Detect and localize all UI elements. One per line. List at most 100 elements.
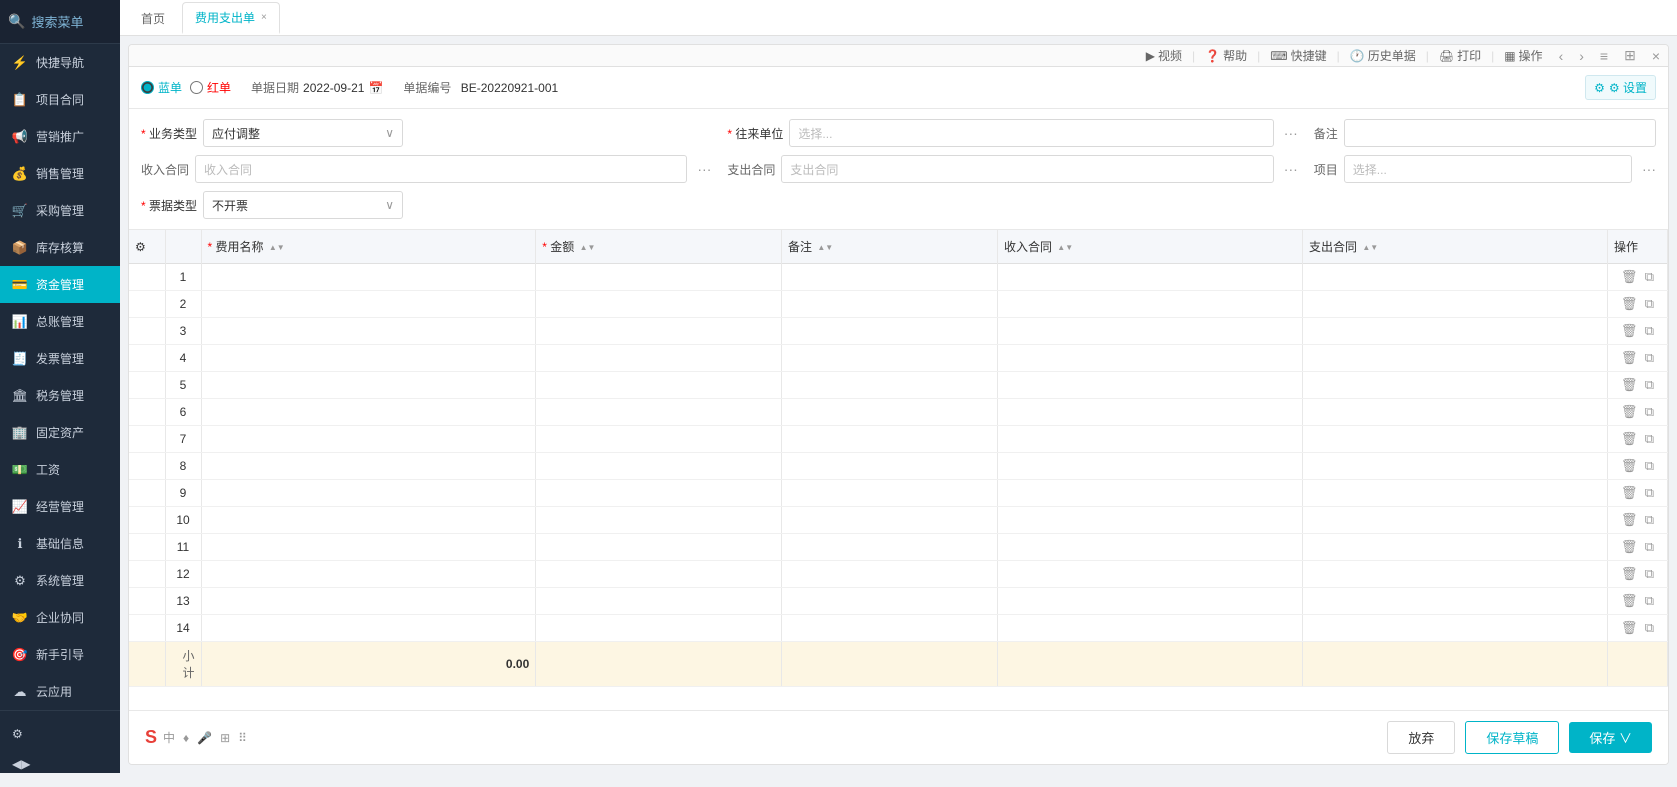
row-copy-icon[interactable]: ⧉ [1645,404,1654,419]
row-expense-contract-cell[interactable] [1302,345,1607,372]
row-amount-cell[interactable] [536,399,782,426]
row-income-contract-cell[interactable] [997,453,1302,480]
row-amount-cell[interactable] [536,318,782,345]
radio-blue[interactable]: 蓝单 [141,79,182,96]
expense-name-sort[interactable]: ▲▼ [269,243,285,252]
row-expense-contract-cell[interactable] [1302,264,1607,291]
header-view-list[interactable]: ≡ [1600,48,1608,64]
row-amount-cell[interactable] [536,264,782,291]
row-expense-contract-cell[interactable] [1302,426,1607,453]
income-contract-more-icon[interactable]: ··· [697,161,711,177]
row-income-contract-cell[interactable] [997,588,1302,615]
expense-contract-more-icon[interactable]: ··· [1284,161,1298,177]
tab-close-expense[interactable]: × [261,12,267,23]
row-expense-contract-cell[interactable] [1302,372,1607,399]
header-history-action[interactable]: 🕐 历史单据 [1350,47,1416,64]
header-nav-next[interactable]: › [1579,48,1584,64]
expense-contract-input[interactable]: 支出合同 [781,155,1273,183]
window-close-btn[interactable]: × [1652,48,1660,64]
row-income-contract-cell[interactable] [997,399,1302,426]
sidebar-item-enterprise[interactable]: 🤝企业协同 [0,599,120,636]
row-income-contract-cell[interactable] [997,264,1302,291]
row-expense-name-cell[interactable] [201,399,536,426]
row-copy-icon[interactable]: ⧉ [1645,269,1654,284]
discard-button[interactable]: 放弃 [1387,721,1455,754]
row-income-contract-cell[interactable] [997,561,1302,588]
sidebar-item-assets[interactable]: 🏢固定资产 [0,414,120,451]
row-amount-cell[interactable] [536,507,782,534]
row-notes-cell[interactable] [781,372,997,399]
row-copy-icon[interactable]: ⧉ [1645,458,1654,473]
row-income-contract-cell[interactable] [997,480,1302,507]
row-expense-name-cell[interactable] [201,588,536,615]
radio-red[interactable]: 红单 [190,79,231,96]
row-copy-icon[interactable]: ⧉ [1645,593,1654,608]
sidebar-item-invoice[interactable]: 🧾发票管理 [0,340,120,377]
row-expense-name-cell[interactable] [201,534,536,561]
row-expense-contract-cell[interactable] [1302,480,1607,507]
row-income-contract-cell[interactable] [997,372,1302,399]
row-income-contract-cell[interactable] [997,345,1302,372]
row-amount-cell[interactable] [536,534,782,561]
sidebar-item-sales[interactable]: 💰销售管理 [0,155,120,192]
row-notes-cell[interactable] [781,399,997,426]
row-amount-cell[interactable] [536,345,782,372]
row-income-contract-cell[interactable] [997,318,1302,345]
project-more-icon[interactable]: ··· [1642,161,1656,177]
header-shortcut-action[interactable]: ⌨ 快捷键 [1270,47,1326,64]
income-contract-input[interactable]: 收入合同 [195,155,687,183]
row-notes-cell[interactable] [781,480,997,507]
row-amount-cell[interactable] [536,615,782,642]
date-value[interactable]: 2022-09-21 [303,81,364,95]
sidebar-settings[interactable]: ⚙ [0,719,120,749]
sidebar-item-tax[interactable]: 🏛税务管理 [0,377,120,414]
row-notes-cell[interactable] [781,264,997,291]
row-amount-cell[interactable] [536,588,782,615]
tab-home[interactable]: 首页 [128,3,178,33]
notes-sort[interactable]: ▲▼ [817,243,833,252]
partner-more-icon[interactable]: ··· [1284,125,1298,141]
income-contract-sort[interactable]: ▲▼ [1057,243,1073,252]
row-expense-contract-cell[interactable] [1302,291,1607,318]
row-delete-icon[interactable]: 🗑 [1621,404,1638,419]
row-delete-icon[interactable]: 🗑 [1621,350,1638,365]
row-expense-name-cell[interactable] [201,372,536,399]
row-notes-cell[interactable] [781,318,997,345]
header-operation-action[interactable]: ▦ 操作 [1504,47,1542,64]
sidebar-item-capital[interactable]: 💳资金管理 [0,266,120,303]
row-expense-contract-cell[interactable] [1302,318,1607,345]
sidebar-item-quick-nav[interactable]: ⚡快捷导航 [0,44,120,81]
row-copy-icon[interactable]: ⧉ [1645,296,1654,311]
th-gear[interactable]: ⚙ [129,230,165,264]
row-amount-cell[interactable] [536,480,782,507]
business-type-select[interactable]: 应付调整 ∨ [203,119,403,147]
row-expense-name-cell[interactable] [201,615,536,642]
calendar-icon[interactable]: 📅 [368,81,383,95]
row-notes-cell[interactable] [781,615,997,642]
row-copy-icon[interactable]: ⧉ [1645,485,1654,500]
header-print-action[interactable]: 🖨 打印 [1439,47,1481,64]
header-help-action[interactable]: ❓ 帮助 [1205,47,1247,64]
row-delete-icon[interactable]: 🗑 [1621,566,1638,581]
row-expense-name-cell[interactable] [201,507,536,534]
sidebar-item-inventory[interactable]: 📦库存核算 [0,229,120,266]
row-amount-cell[interactable] [536,426,782,453]
amount-sort[interactable]: ▲▼ [580,243,596,252]
row-expense-contract-cell[interactable] [1302,588,1607,615]
row-income-contract-cell[interactable] [997,534,1302,561]
notes-input[interactable] [1344,119,1656,147]
project-input[interactable]: 选择... [1344,155,1632,183]
row-expense-name-cell[interactable] [201,453,536,480]
row-notes-cell[interactable] [781,534,997,561]
row-copy-icon[interactable]: ⧉ [1645,377,1654,392]
row-copy-icon[interactable]: ⧉ [1645,350,1654,365]
sidebar-item-purchase[interactable]: 🛒采购管理 [0,192,120,229]
row-delete-icon[interactable]: 🗑 [1621,323,1638,338]
row-notes-cell[interactable] [781,507,997,534]
row-amount-cell[interactable] [536,291,782,318]
sidebar-item-marketing[interactable]: 📢营销推广 [0,118,120,155]
row-expense-name-cell[interactable] [201,561,536,588]
row-expense-contract-cell[interactable] [1302,615,1607,642]
sidebar-search-label[interactable]: 搜索菜单 [31,12,83,31]
expense-contract-sort[interactable]: ▲▼ [1362,243,1378,252]
